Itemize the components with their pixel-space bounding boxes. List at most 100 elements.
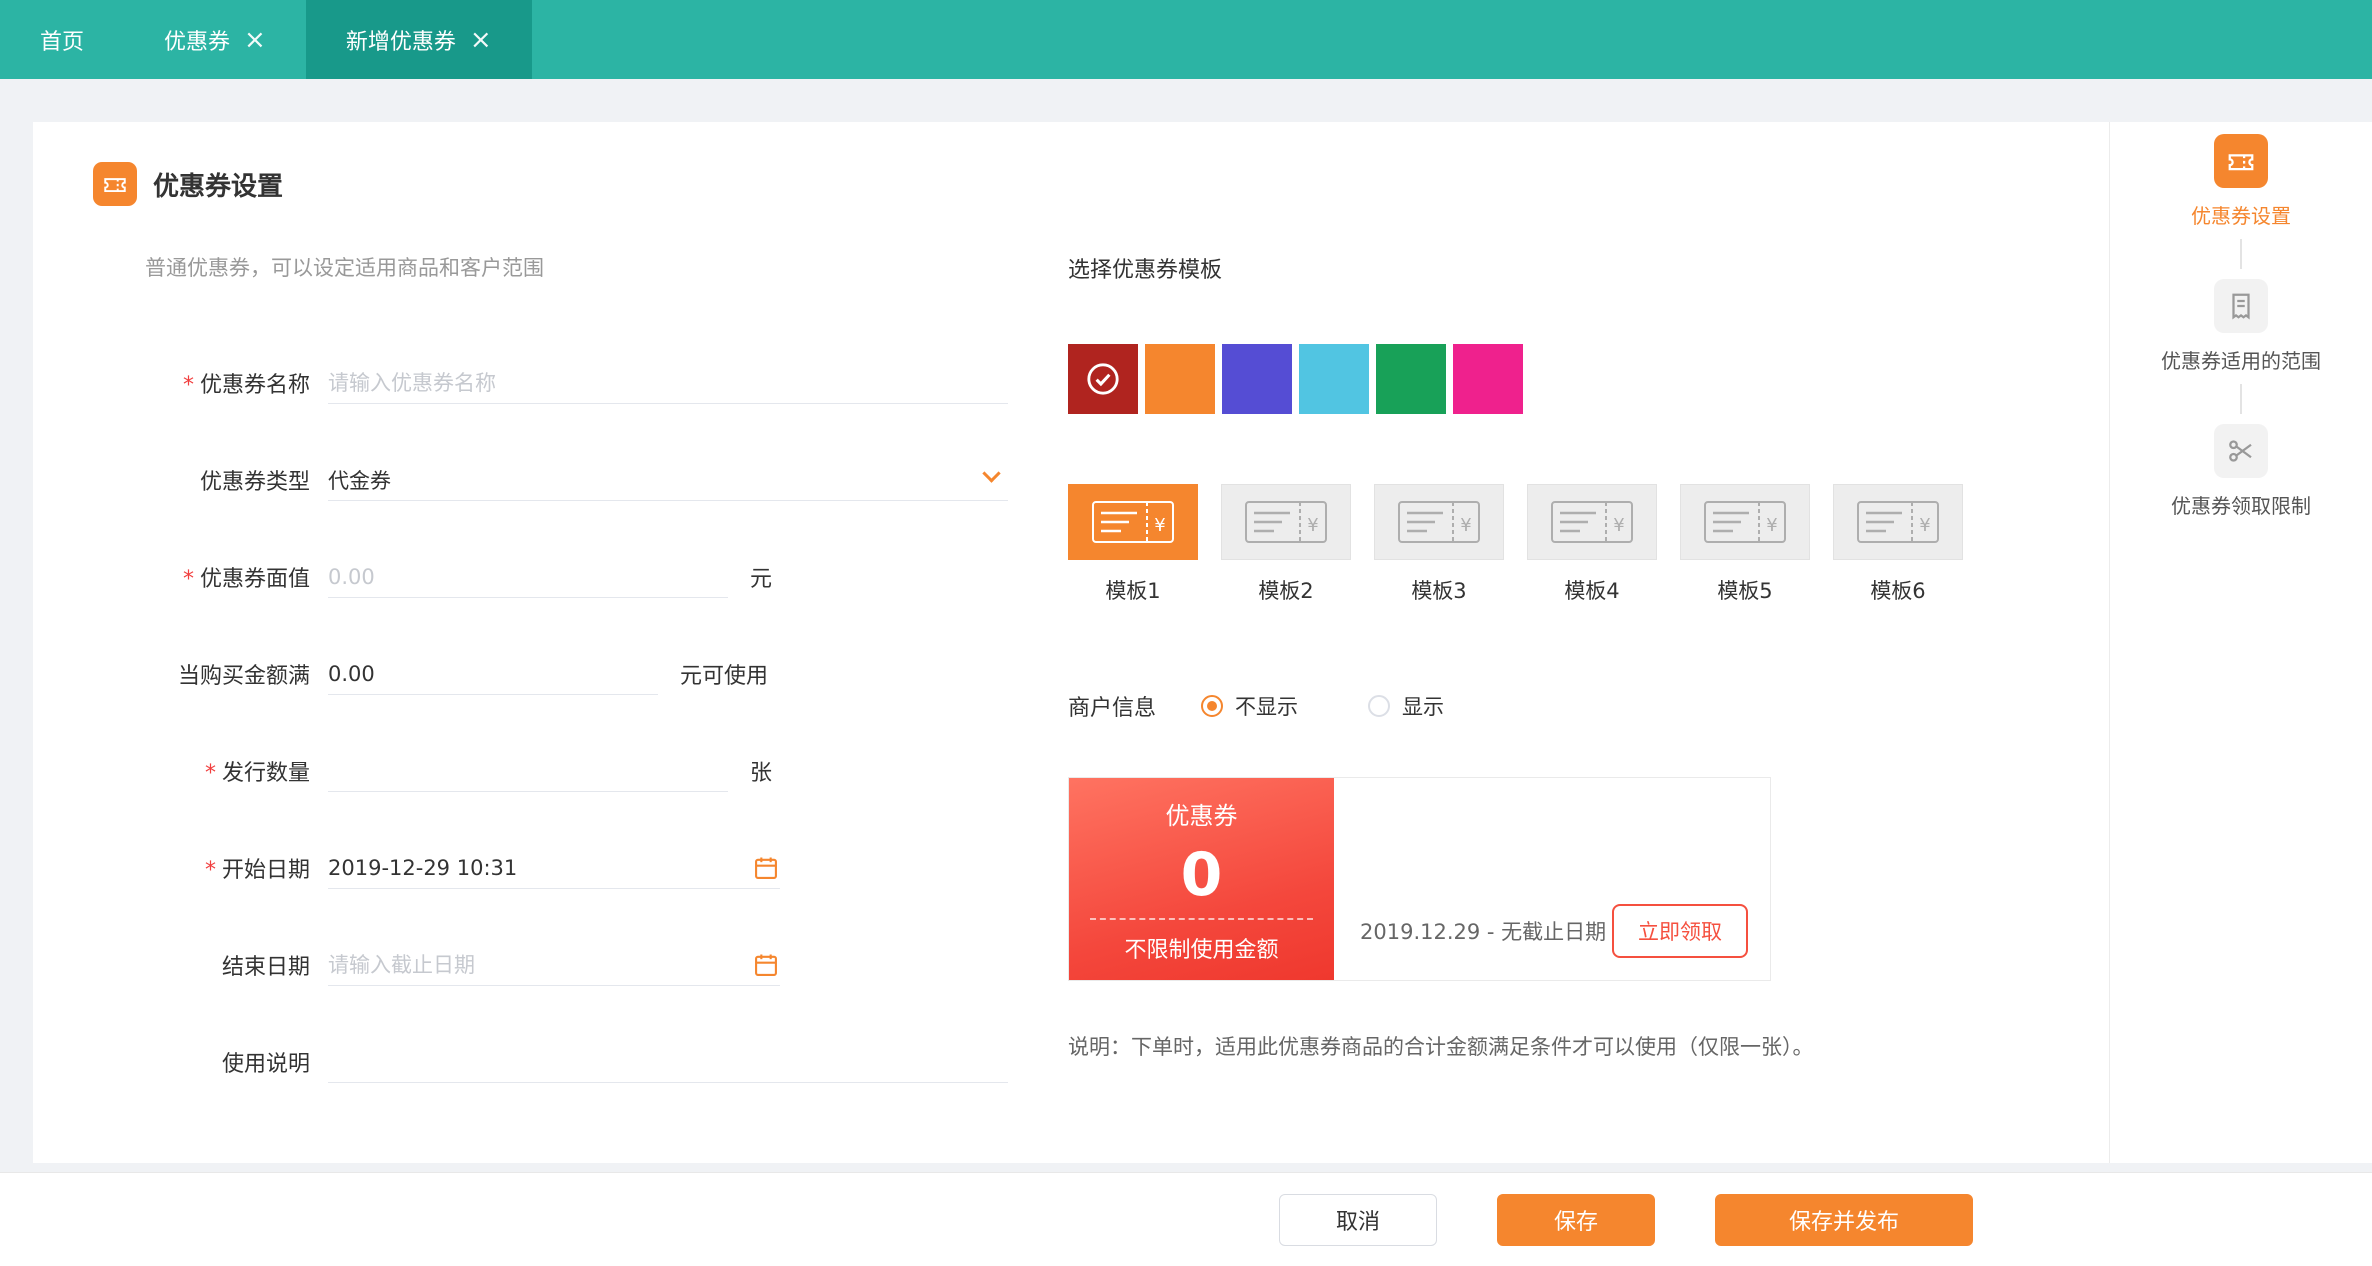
template-thumbnail[interactable]	[1221, 484, 1351, 560]
radio-icon[interactable]	[1201, 695, 1224, 717]
quantity-label: * 发行数量	[204, 761, 310, 786]
template-label: 模板4	[1564, 579, 1620, 603]
color-swatch-orange[interactable]	[1145, 344, 1215, 414]
required-mark: *	[182, 373, 194, 398]
tab-home[interactable]: 首页	[0, 0, 124, 79]
scissors-icon	[2214, 424, 2268, 478]
template-thumbnail[interactable]	[1068, 484, 1198, 560]
template-option-2[interactable]: 模板2	[1221, 484, 1351, 605]
step-label: 优惠券适用的范围	[2161, 349, 2321, 373]
template-label: 模板2	[1258, 579, 1314, 603]
coupon-preview-right: 2019.12.29 - 无截止日期 立即领取	[1334, 778, 1770, 980]
ticket-icon	[1244, 500, 1328, 544]
page-title: 优惠券设置	[153, 171, 284, 202]
template-label: 模板6	[1870, 579, 1926, 603]
tab-label: 新增优惠券	[345, 29, 456, 55]
threshold-input[interactable]	[328, 653, 658, 695]
cancel-button[interactable]: 取消	[1279, 1193, 1437, 1246]
ticket-icon	[1397, 500, 1481, 544]
page-header: 优惠券设置	[93, 162, 2109, 206]
radio-hide-merchant[interactable]: 不显示	[1201, 691, 1298, 721]
color-swatches	[1068, 344, 2109, 414]
color-swatch-green[interactable]	[1376, 344, 1446, 414]
coupon-ticket-icon	[93, 162, 137, 206]
template-thumbnail[interactable]	[1527, 484, 1657, 560]
template-thumbnail[interactable]	[1833, 484, 1963, 560]
color-swatch-dark-red[interactable]	[1068, 344, 1138, 414]
coupon-name-input[interactable]	[328, 362, 1008, 404]
end-date-label: 结束日期	[221, 955, 310, 980]
top-spacer	[0, 79, 2372, 122]
step-connector	[2240, 384, 2242, 414]
instructions-input[interactable]	[328, 1041, 1008, 1083]
template-option-5[interactable]: 模板5	[1680, 484, 1810, 605]
face-value-unit: 元	[750, 567, 773, 592]
coupon-preview-validity: 2019.12.29 - 无截止日期	[1360, 920, 1607, 944]
quantity-unit: 张	[750, 761, 773, 786]
coupon-type-select[interactable]: 代金券	[328, 459, 1008, 501]
ticket-icon	[1550, 500, 1634, 544]
step-label: 优惠券领取限制	[2171, 494, 2311, 518]
coupon-preview-name: 优惠券	[1165, 802, 1238, 830]
template-label: 模板1	[1105, 579, 1161, 603]
coupon-preview: 优惠券 0 不限制使用金额 2019.12.29 - 无截止日期 立即领取	[1068, 777, 1771, 981]
save-button[interactable]: 保存	[1497, 1193, 1655, 1246]
radio-label: 不显示	[1235, 695, 1299, 719]
radio-icon[interactable]	[1368, 695, 1391, 717]
coupon-type-value: 代金券	[328, 468, 391, 493]
threshold-unit: 元可使用	[680, 664, 769, 689]
radio-label: 显示	[1402, 695, 1445, 719]
ticket-icon	[1703, 500, 1787, 544]
footer-spacer	[0, 1163, 2372, 1173]
template-option-6[interactable]: 模板6	[1833, 484, 1963, 605]
top-tab-bar: 首页 优惠券 × 新增优惠券 ×	[0, 0, 2372, 79]
calendar-icon[interactable]	[752, 951, 780, 979]
ticket-icon	[1856, 500, 1940, 544]
save-and-publish-button[interactable]: 保存并发布	[1715, 1193, 1973, 1246]
step-coupon-scope[interactable]: 优惠券适用的范围	[2161, 279, 2321, 374]
template-thumbnail[interactable]	[1680, 484, 1810, 560]
ticket-icon	[1091, 500, 1175, 544]
face-value-row: *优惠券面值 元	[93, 556, 1068, 598]
claim-now-button: 立即领取	[1612, 904, 1748, 958]
quantity-row: * 发行数量 张	[93, 750, 1068, 792]
tab-label: 优惠券	[164, 29, 231, 55]
face-value-input[interactable]	[328, 556, 728, 598]
tab-new-coupon[interactable]: 新增优惠券 ×	[305, 0, 532, 79]
coupon-settings-panel: 优惠券设置 普通优惠券，可以设定适用商品和客户范围 *优惠券名称 优惠券类型	[33, 122, 2109, 1163]
start-date-input[interactable]	[328, 846, 752, 889]
coupon-preview-condition-wrap: 不限制使用金额	[1090, 918, 1313, 980]
step-coupon-settings[interactable]: 优惠券设置	[2191, 134, 2291, 229]
template-thumbnail[interactable]	[1374, 484, 1504, 560]
close-icon[interactable]: ×	[244, 27, 266, 53]
template-option-3[interactable]: 模板3	[1374, 484, 1504, 605]
face-value-label: * 优惠券面值	[182, 567, 310, 592]
template-option-4[interactable]: 模板4	[1527, 484, 1657, 605]
footer-bar: 取消 保存 保存并发布	[0, 1173, 2372, 1266]
tab-coupon[interactable]: 优惠券 ×	[124, 0, 306, 79]
color-swatch-blue[interactable]	[1222, 344, 1292, 414]
check-icon	[1087, 363, 1119, 395]
start-date-row: * 开始日期	[93, 846, 1068, 889]
form-rows: *优惠券名称 优惠券类型 代金券 *优惠券面值	[93, 362, 1068, 1083]
receipt-icon	[2214, 279, 2268, 333]
calendar-icon[interactable]	[752, 854, 780, 882]
usage-note: 说明：下单时，适用此优惠券商品的合计金额满足条件才可以使用（仅限一张）。	[1068, 1035, 1814, 1059]
radio-show-merchant[interactable]: 显示	[1368, 691, 1444, 721]
step-claim-limit[interactable]: 优惠券领取限制	[2171, 424, 2311, 519]
quantity-input[interactable]	[328, 750, 728, 792]
coupon-form: 普通优惠券，可以设定适用商品和客户范围 *优惠券名称 优惠券类型 代金券	[93, 206, 1068, 1138]
two-column-layout: 普通优惠券，可以设定适用商品和客户范围 *优惠券名称 优惠券类型 代金券	[93, 206, 2109, 1138]
template-option-1[interactable]: 模板1	[1068, 484, 1198, 605]
merchant-info-row: 商户信息 不显示 显示	[1068, 690, 2109, 722]
end-date-field[interactable]	[328, 943, 780, 986]
chevron-down-icon[interactable]	[982, 464, 1001, 483]
start-date-field[interactable]	[328, 846, 780, 889]
close-icon[interactable]: ×	[470, 27, 492, 53]
color-swatch-magenta[interactable]	[1453, 344, 1523, 414]
end-date-input[interactable]	[328, 943, 752, 986]
form-subtitle: 普通优惠券，可以设定适用商品和客户范围	[145, 256, 544, 280]
coupon-type-label: 优惠券类型	[199, 470, 310, 495]
color-swatch-cyan[interactable]	[1299, 344, 1369, 414]
coupon-preview-amount: 0	[1180, 839, 1223, 910]
